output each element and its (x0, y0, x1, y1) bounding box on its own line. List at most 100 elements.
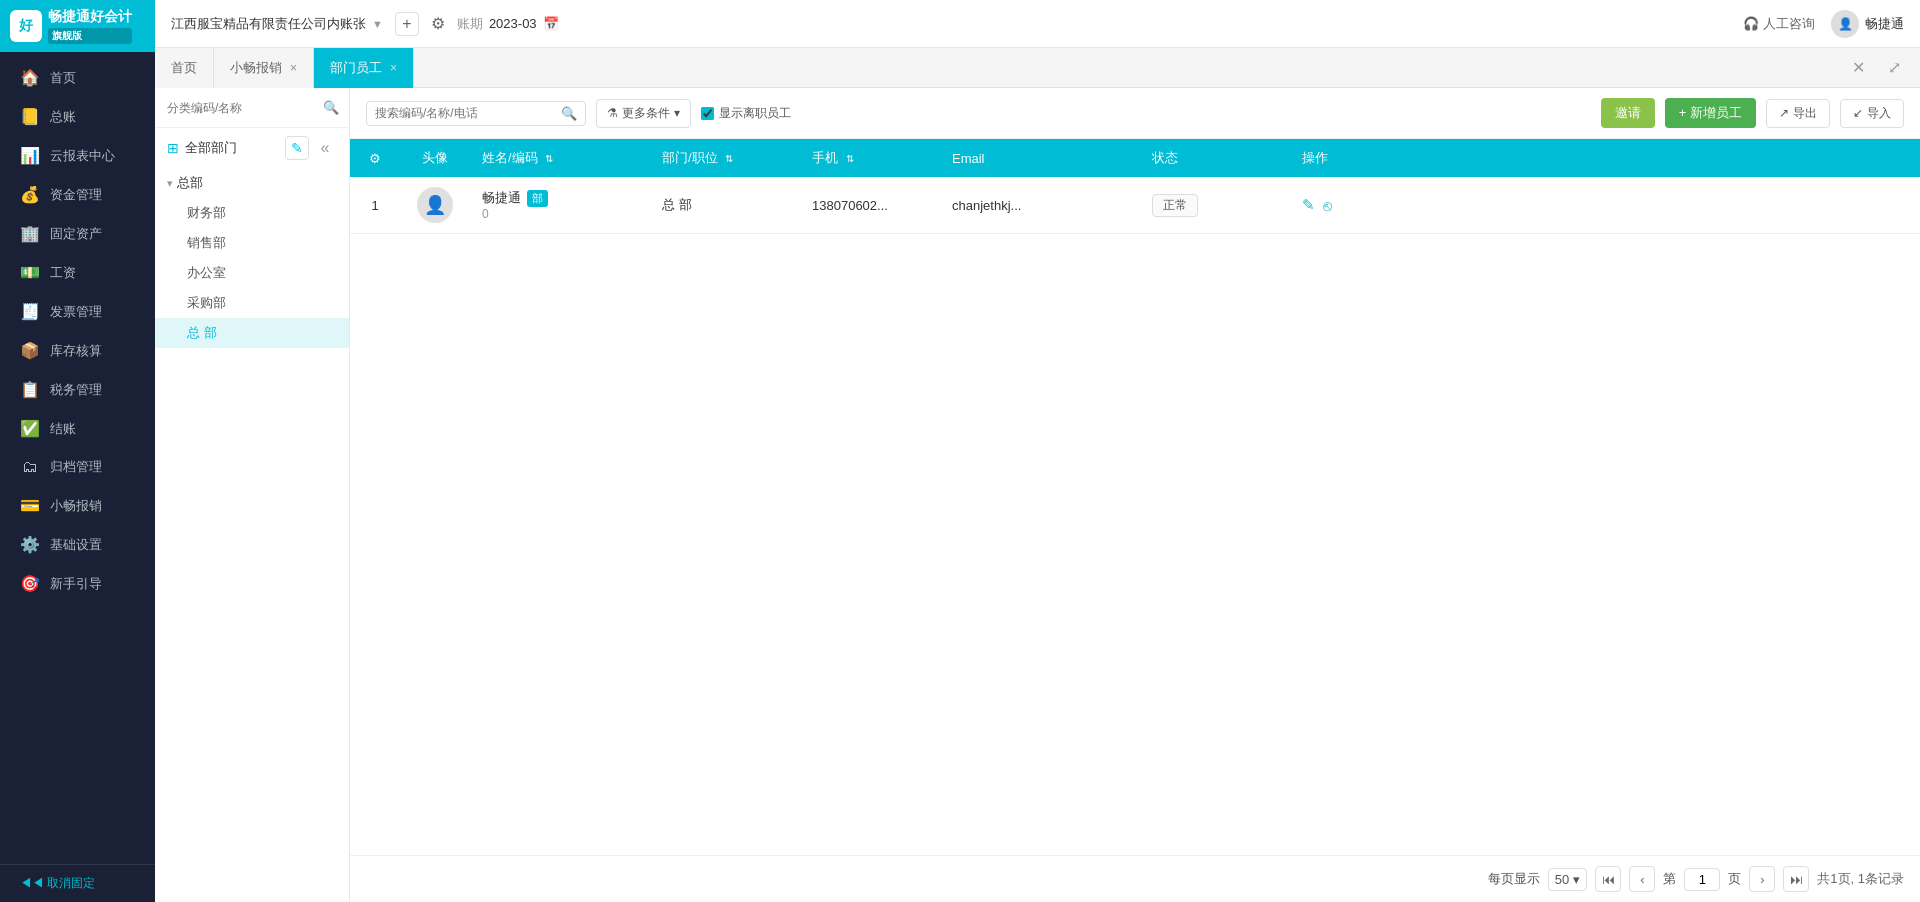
sidebar-item-xiaochang[interactable]: 💳小畅报销 (0, 486, 155, 525)
tabs-right-actions: ✕ ⤢ (1844, 54, 1920, 82)
sort-phone-icon: ⇅ (846, 153, 854, 164)
unpin-button[interactable]: ◀◀ 取消固定 (0, 864, 155, 902)
user-menu[interactable]: 👤 畅捷通 (1831, 10, 1904, 38)
tab-xiaochang[interactable]: 小畅报销 × (214, 48, 314, 88)
dept-node-sales[interactable]: 销售部 (155, 228, 349, 258)
sidebar-item-assets[interactable]: 🏢固定资产 (0, 214, 155, 253)
sidebar-item-guide[interactable]: 🎯新手引导 (0, 564, 155, 603)
sidebar-item-label: 发票管理 (50, 303, 102, 321)
emp-table-wrap: ⚙ 头像 姓名/编码 ⇅ 部门/职位 ⇅ 手机 (350, 139, 1920, 855)
app-edition: 旗舰版 (48, 28, 132, 44)
company-name[interactable]: 江西服宝精品有限责任公司内账张 ▼ (171, 15, 383, 33)
sidebar-item-label: 总账 (50, 108, 76, 126)
row-dept: 总 部 (650, 177, 800, 234)
sidebar-item-label: 资金管理 (50, 186, 102, 204)
sidebar-item-reports[interactable]: 📊云报表中心 (0, 136, 155, 175)
page-input[interactable] (1684, 868, 1720, 891)
invite-button[interactable]: 邀请 (1601, 98, 1655, 128)
checkout-icon: ✅ (20, 419, 40, 438)
expand-tab-icon[interactable]: ⤢ (1880, 54, 1908, 82)
settings-icon[interactable]: ⚙ (431, 14, 445, 33)
col-name[interactable]: 姓名/编码 ⇅ (470, 139, 650, 177)
dept-search-input[interactable] (167, 101, 317, 115)
dept-node-general[interactable]: 总 部 (155, 318, 349, 348)
emp-toolbar: 🔍 ⚗ 更多条件 ▾ 显示离职员工 邀请 + 新增员工 ↗ 导出 (350, 88, 1920, 139)
sidebar-item-tax[interactable]: 📋税务管理 (0, 370, 155, 409)
sidebar-item-inventory[interactable]: 📦库存核算 (0, 331, 155, 370)
prev-page-button[interactable]: ‹ (1629, 866, 1655, 892)
topbar-actions: 🎧 人工咨询 👤 畅捷通 (1743, 10, 1904, 38)
show-resigned-checkbox-wrap[interactable]: 显示离职员工 (701, 105, 791, 122)
col-dept[interactable]: 部门/职位 ⇅ (650, 139, 800, 177)
dept-search: 🔍 (155, 88, 349, 128)
last-page-button[interactable]: ⏭ (1783, 866, 1809, 892)
sidebar-item-checkout[interactable]: ✅结账 (0, 409, 155, 448)
main-area: 江西服宝精品有限责任公司内账张 ▼ + ⚙ 账期 2023-03 📅 🎧 人工咨… (155, 0, 1920, 902)
dept-edit-icon[interactable]: ✎ (285, 136, 309, 160)
guide-icon: 🎯 (20, 574, 40, 593)
app-name: 畅捷通好会计 (48, 8, 132, 26)
dept-node-root[interactable]: ▾总部 (155, 168, 349, 198)
tab-dept-close[interactable]: × (390, 61, 397, 75)
col-settings[interactable]: ⚙ (350, 139, 400, 177)
import-button[interactable]: ↙ 导入 (1840, 99, 1904, 128)
table-row: 1 👤 畅捷通 部 0 总 部 138070602... chanjethkj.… (350, 177, 1920, 234)
row-phone: 138070602... (800, 177, 940, 234)
sidebar-item-payroll[interactable]: 💵工资 (0, 253, 155, 292)
sidebar-item-funds[interactable]: 💰资金管理 (0, 175, 155, 214)
add-employee-button[interactable]: + 新增员工 (1665, 98, 1756, 128)
company-dropdown-icon: ▼ (372, 18, 383, 30)
chevron-down-icon: ▾ (674, 106, 680, 120)
employee-area: 🔍 ⚗ 更多条件 ▾ 显示离职员工 邀请 + 新增员工 ↗ 导出 (350, 88, 1920, 902)
row-name: 畅捷通 部 0 (470, 177, 650, 234)
sidebar-item-label: 云报表中心 (50, 147, 115, 165)
col-phone[interactable]: 手机 ⇅ (800, 139, 940, 177)
tab-home[interactable]: 首页 (155, 48, 214, 88)
expand-icon: ▾ (167, 177, 173, 190)
sidebar-item-invoice[interactable]: 🧾发票管理 (0, 292, 155, 331)
edit-button[interactable]: ✎ (1302, 196, 1315, 214)
xiaochang-icon: 💳 (20, 496, 40, 515)
sort-name-icon: ⇅ (545, 153, 553, 164)
per-page-label: 每页显示 (1488, 870, 1540, 888)
col-status: 状态 (1140, 139, 1290, 177)
add-company-button[interactable]: + (395, 12, 419, 36)
close-tab-icon[interactable]: ✕ (1844, 54, 1872, 82)
service-button[interactable]: 🎧 人工咨询 (1743, 15, 1815, 33)
row-index: 1 (350, 177, 400, 234)
dept-badge: 部 (527, 190, 548, 207)
per-page-select[interactable]: 50 ▾ (1548, 868, 1587, 891)
sort-dept-icon: ⇅ (725, 153, 733, 164)
dept-node-finance[interactable]: 财务部 (155, 198, 349, 228)
period-display: 账期 2023-03 📅 (457, 15, 559, 33)
dept-node-office[interactable]: 办公室 (155, 258, 349, 288)
sidebar-item-home[interactable]: 🏠首页 (0, 58, 155, 97)
emp-search-icon[interactable]: 🔍 (561, 106, 577, 121)
first-page-button[interactable]: ⏮ (1595, 866, 1621, 892)
grid-icon: ⊞ (167, 140, 179, 156)
show-resigned-checkbox[interactable] (701, 107, 714, 120)
all-dept-button[interactable]: ⊞ 全部部门 (167, 139, 237, 157)
tab-dept[interactable]: 部门员工 × (314, 48, 414, 88)
topbar: 江西服宝精品有限责任公司内账张 ▼ + ⚙ 账期 2023-03 📅 🎧 人工咨… (155, 0, 1920, 48)
filter-button[interactable]: ⚗ 更多条件 ▾ (596, 99, 691, 128)
leave-button[interactable]: ⎋ (1323, 197, 1332, 214)
page-total: 共1页, 1条记录 (1817, 870, 1904, 888)
dept-node-purchase[interactable]: 采购部 (155, 288, 349, 318)
sidebar-item-label: 首页 (50, 69, 76, 87)
pagination-bar: 每页显示 50 ▾ ⏮ ‹ 第 页 › ⏭ 共1页, 1条记录 (350, 855, 1920, 902)
dept-search-icon[interactable]: 🔍 (323, 100, 339, 115)
dept-collapse-icon[interactable]: « (313, 136, 337, 160)
next-page-button[interactable]: › (1749, 866, 1775, 892)
sidebar-item-settings[interactable]: ⚙️基础设置 (0, 525, 155, 564)
export-button[interactable]: ↗ 导出 (1766, 99, 1830, 128)
dept-header: ⊞ 全部部门 ✎ « (155, 128, 349, 168)
tab-xiaochang-close[interactable]: × (290, 61, 297, 75)
emp-search-input[interactable] (375, 106, 555, 120)
content-area: 🔍 ⊞ 全部部门 ✎ « ▾总部财务部销售部办公室采购部总 部 (155, 88, 1920, 902)
row-email: chanjethkj... (940, 177, 1140, 234)
filter-icon: ⚗ (607, 106, 618, 120)
sidebar-item-ledger[interactable]: 📒总账 (0, 97, 155, 136)
calendar-icon[interactable]: 📅 (543, 16, 559, 31)
sidebar-item-archive[interactable]: 🗂归档管理 (0, 448, 155, 486)
